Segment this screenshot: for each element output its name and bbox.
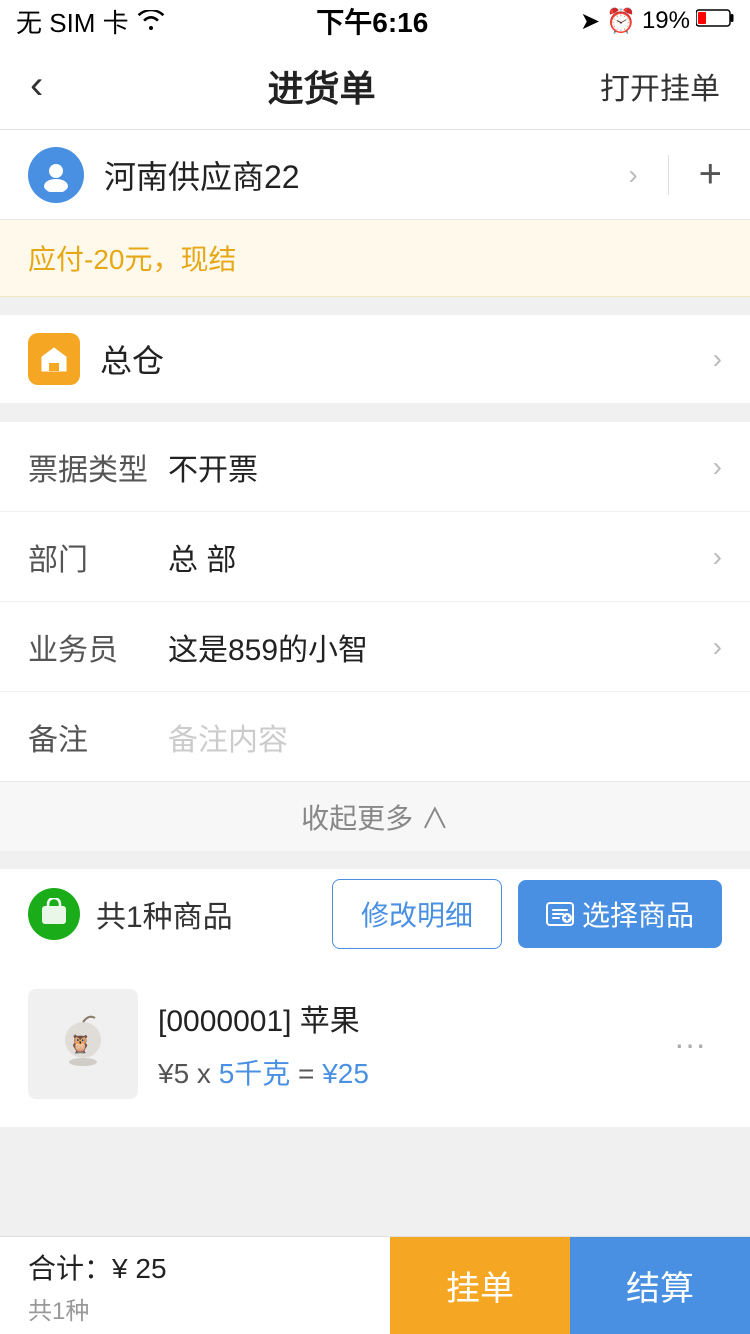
collapse-label: 收起更多 ∧ [301, 797, 449, 837]
location-icon: ➤ [580, 7, 600, 36]
sales-label: 业务员 [28, 625, 158, 669]
pending-button[interactable]: 挂单 [390, 1237, 570, 1334]
dept-label: 部门 [28, 535, 158, 579]
remark-label: 备注 [28, 715, 158, 759]
products-count: 共1种商品 [96, 892, 316, 936]
total-area: 合计：¥ 25 共1种 [0, 1245, 390, 1326]
dept-value: 总 部 [158, 535, 713, 579]
battery-icon [696, 7, 734, 35]
battery-label: 19% [642, 7, 690, 35]
dept-row[interactable]: 部门 总 部 › [0, 511, 750, 601]
equals: = [290, 1058, 322, 1089]
main-content: 河南供应商22 › + 应付-20元，现结 总仓 › 票据类型 不开票 › [0, 130, 750, 1245]
status-right: ➤ ⏰ 19% [580, 7, 734, 36]
add-button[interactable]: + [699, 152, 722, 197]
product-info: [0000001] 苹果 ¥5 x 5千克 = ¥25 [158, 996, 638, 1092]
sales-chevron-icon: › [713, 631, 722, 663]
open-pending-button[interactable]: 打开挂单 [600, 64, 720, 108]
product-price: ¥5 x 5千克 = ¥25 [158, 1052, 638, 1092]
sales-value: 这是859的小智 [158, 625, 713, 669]
invoice-row[interactable]: 票据类型 不开票 › [0, 421, 750, 511]
wifi-icon [137, 6, 165, 37]
notice-bar: 应付-20元，现结 [0, 220, 750, 297]
bottom-bar: 合计：¥ 25 共1种 挂单 结算 [0, 1236, 750, 1334]
product-item[interactable]: 🦉 [0000001] 苹果 ¥5 x 5千克 = ¥25 ··· [0, 961, 750, 1127]
warehouse-icon [28, 333, 80, 385]
status-bar: 无 SIM 卡 下午6:16 ➤ ⏰ 19% [0, 0, 750, 42]
select-product-button[interactable]: 选择商品 [518, 880, 722, 948]
notice-text: 应付-20元，现结 [28, 244, 236, 275]
total-price: ¥25 [322, 1058, 369, 1089]
checkout-button[interactable]: 结算 [570, 1237, 750, 1334]
unit-price: ¥5 x [158, 1058, 219, 1089]
status-left: 无 SIM 卡 [16, 3, 165, 40]
invoice-chevron-icon: › [713, 451, 722, 483]
alarm-icon: ⏰ [606, 7, 636, 36]
back-button[interactable]: ‹ [30, 63, 43, 108]
product-title: 苹果 [300, 1005, 360, 1038]
sales-row[interactable]: 业务员 这是859的小智 › [0, 601, 750, 691]
total-label: 合计： [28, 1253, 112, 1284]
more-options-icon[interactable]: ··· [658, 1018, 722, 1071]
total-amount: 合计：¥ 25 [28, 1245, 362, 1287]
form-card: 票据类型 不开票 › 部门 总 部 › 业务员 这是859的小智 › 备注 备注… [0, 421, 750, 851]
supplier-avatar [28, 147, 84, 203]
supplier-row[interactable]: 河南供应商22 › + [0, 130, 750, 220]
products-icon [28, 888, 80, 940]
status-time: 下午6:16 [316, 1, 428, 41]
warehouse-card[interactable]: 总仓 › [0, 315, 750, 403]
product-name: [0000001] 苹果 [158, 996, 638, 1040]
total-value: ¥ 25 [112, 1253, 167, 1284]
select-product-label: 选择商品 [582, 894, 694, 934]
supplier-card: 河南供应商22 › + 应付-20元，现结 [0, 130, 750, 297]
nav-bar: ‹ 进货单 打开挂单 [0, 42, 750, 130]
warehouse-row[interactable]: 总仓 › [0, 315, 750, 403]
warehouse-name: 总仓 [100, 336, 713, 382]
edit-detail-button[interactable]: 修改明细 [332, 879, 502, 949]
quantity: 5千克 [219, 1058, 291, 1089]
invoice-value: 不开票 [158, 445, 713, 489]
dept-chevron-icon: › [713, 541, 722, 573]
supplier-chevron-icon: › [628, 159, 637, 191]
product-thumbnail: 🦉 [28, 989, 138, 1099]
invoice-label: 票据类型 [28, 445, 158, 489]
product-code: [0000001] [158, 1005, 300, 1038]
divider [668, 155, 669, 195]
carrier-label: 无 SIM 卡 [16, 3, 129, 40]
remark-input[interactable]: 备注内容 [158, 715, 722, 759]
warehouse-chevron-icon: › [713, 343, 722, 375]
total-count: 共1种 [28, 1291, 362, 1326]
products-header: 共1种商品 修改明细 选择商品 [0, 869, 750, 959]
collapse-bar[interactable]: 收起更多 ∧ [0, 781, 750, 851]
page-title: 进货单 [268, 60, 376, 112]
remark-row[interactable]: 备注 备注内容 [0, 691, 750, 781]
supplier-name: 河南供应商22 [104, 152, 628, 198]
svg-text:🦉: 🦉 [69, 1034, 91, 1054]
products-card: 共1种商品 修改明细 选择商品 🦉 [0, 869, 750, 1127]
